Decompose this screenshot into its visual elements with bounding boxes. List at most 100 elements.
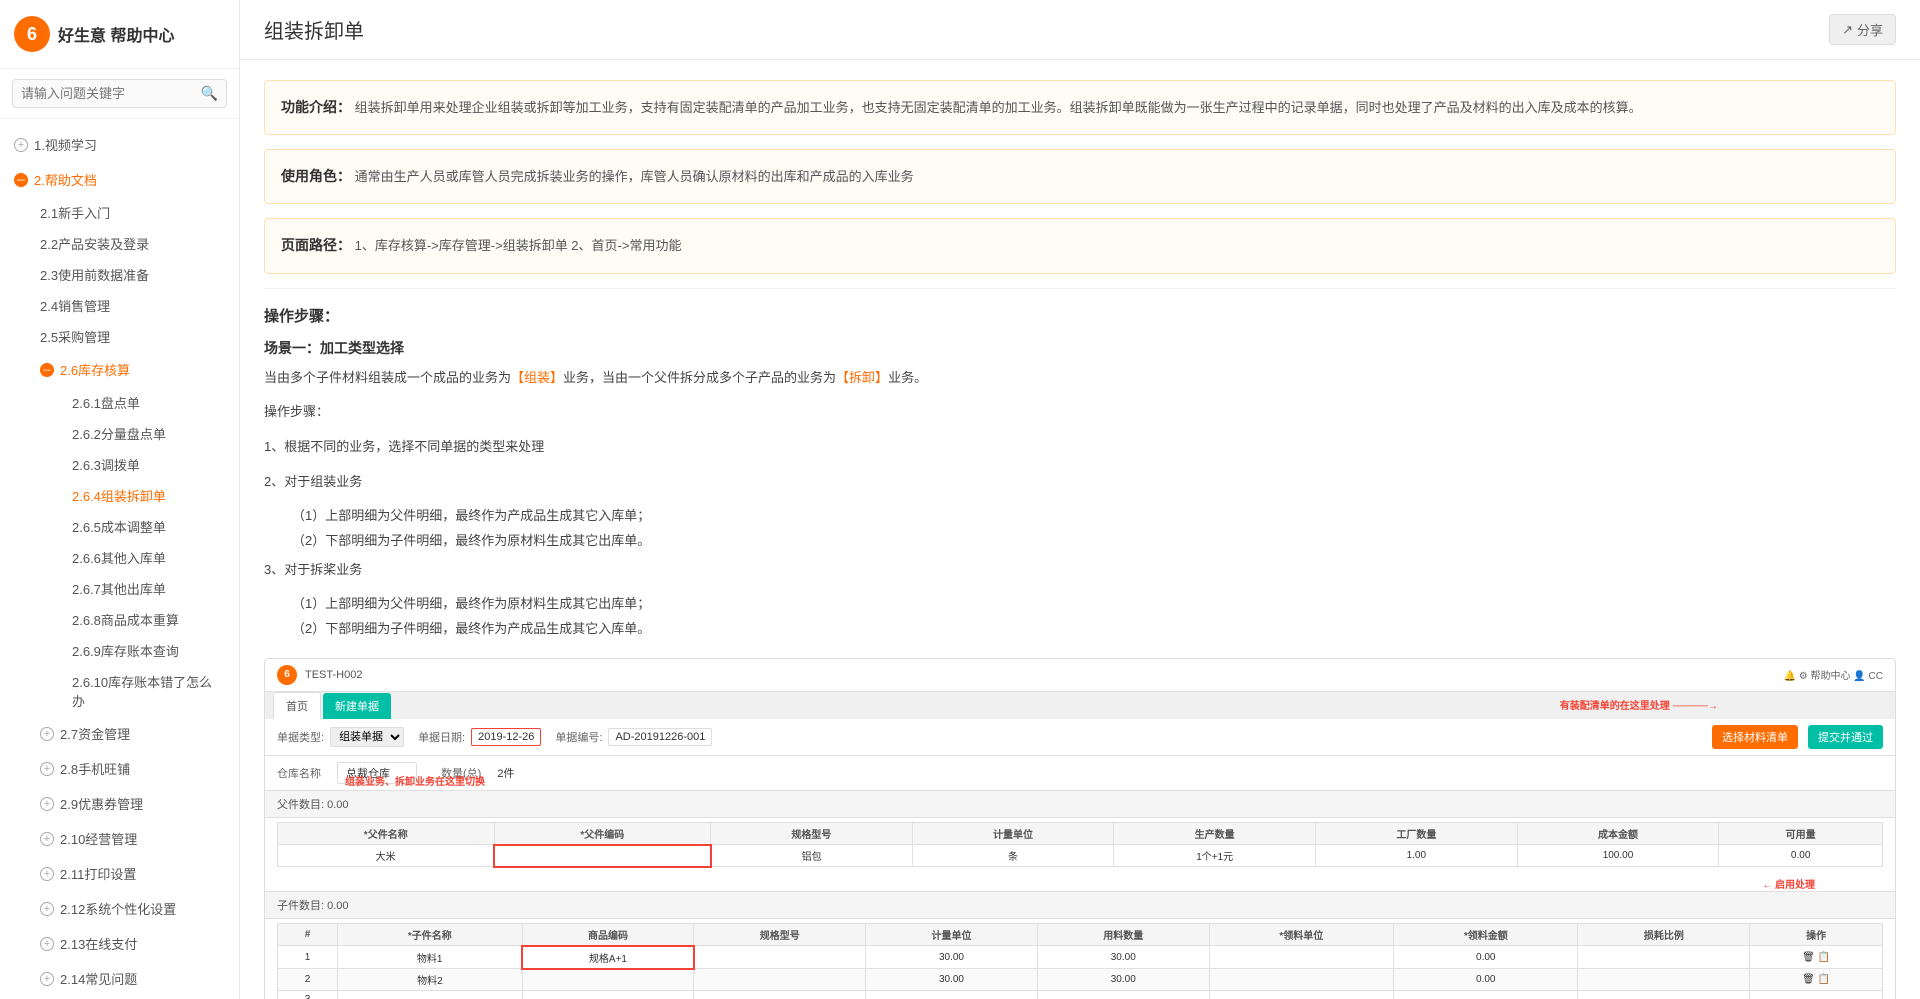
sidebar-item-data[interactable]: 2.3使用前数据准备 [14,259,239,290]
sidebar-item-new[interactable]: 2.1新手入门 [14,197,239,228]
sidebar-item-mgmt[interactable]: + 2.10经营管理 [14,821,239,856]
docs-sub-group: 2.1新手入门 2.2产品安装及登录 2.3使用前数据准备 2.4销售管理 2.… [0,197,239,999]
sidebar-item-label: 2.8手机旺铺 [60,759,130,778]
mock-count-value: 2件 [497,765,514,781]
mock-code-label: 单据编号: [555,729,602,745]
mock-warehouse-label: 仓库名称 [277,765,321,781]
mock-lower-table: # *子件名称 商品编码 规格型号 计量单位 用料数量 *领料单位 *领料金额 … [277,923,1883,999]
col-sub-name: *子件名称 [338,923,522,946]
sidebar-item-label: 1.视频学习 [34,135,97,154]
col-factory-qty: 工厂数量 [1316,822,1518,845]
sidebar-item-2.6.1[interactable]: 2.6.1盘点单 [28,387,239,418]
cell-parent-code [494,845,711,867]
path-block: 页面路径： 1、库存核算->库存管理->组装拆卸单 2、首页->常用功能 [264,218,1896,273]
row-sub-2-code [522,969,694,991]
screenshot-container: 6 TEST-H002 🔔 ⚙ 帮助中心 👤 CC 首页 新建单据 单据类型: … [264,658,1896,999]
inventory-sub-group: 2.6.1盘点单 2.6.2分量盘点单 2.6.3调拨单 2.6.4组装拆卸单 … [14,387,239,716]
sidebar-item-sales[interactable]: 2.4销售管理 [14,290,239,321]
sidebar-item-capital[interactable]: + 2.7资金管理 [14,716,239,751]
page-title: 组装拆卸单 [264,15,364,44]
sidebar-item-purchase[interactable]: 2.5采购管理 [14,321,239,352]
col-parent-code: *父件编码 [494,822,711,845]
row-sub-2-unit: 30.00 [866,969,1038,991]
sidebar-item-2.6.7[interactable]: 2.6.7其他出库单 [28,573,239,604]
mock-tab-home[interactable]: 首页 [273,692,321,719]
mock-type-select[interactable]: 组装单据 拆卸单据 [330,727,404,747]
col-spec: 规格型号 [711,822,913,845]
mock-date-input[interactable]: 2019-12-26 [471,728,541,746]
row-sub-2-spec [694,969,866,991]
sidebar-item-faq[interactable]: + 2.14常见问题 [14,961,239,996]
sidebar-item-inventory[interactable]: － 2.6库存核算 [14,352,239,387]
col-sub-qty: 用料数量 [1037,923,1209,946]
row-sub-2-qty: 30.00 [1037,969,1209,991]
mock-icons: 🔔 ⚙ 帮助中心 👤 CC [1784,667,1883,682]
col-sub-unit: 计量单位 [866,923,1038,946]
sidebar-item-2.6.2[interactable]: 2.6.2分量盘点单 [28,418,239,449]
sidebar-item-2.6.6[interactable]: 2.6.6其他入库单 [28,542,239,573]
sidebar-item-sysconfig[interactable]: + 2.12系统个性化设置 [14,891,239,926]
cell-produce-qty: 1个+1元 [1114,845,1316,867]
row-sub-1-no: 1 [278,946,338,969]
sidebar-item-2.6.4[interactable]: 2.6.4组装拆卸单 [28,480,239,511]
sidebar-item-label: 2.14常见问题 [60,969,137,988]
row-sub-1-pick-amt: 0.00 [1394,946,1578,969]
sidebar-item-2.6.10[interactable]: 2.6.10库存账本错了怎么办 [28,666,239,716]
row-sub-1-qty: 30.00 [1037,946,1209,969]
divider1 [264,288,1896,289]
mock-company: TEST-H002 [305,669,362,681]
mock-tab-new[interactable]: 新建单据 [323,693,391,719]
keyword-disassemble: 【拆卸】 [836,370,888,385]
sidebar-item-2.6.5[interactable]: 2.6.5成本调整单 [28,511,239,542]
sidebar-item-2.6.9[interactable]: 2.6.9库存账本查询 [28,635,239,666]
step3-1: （1）上部明细为父件明细，最终作为原材料生成其它出库单； [292,592,1896,617]
sidebar-item-mobile[interactable]: + 2.8手机旺铺 [14,751,239,786]
sidebar-item-docs[interactable]: － 2.帮助文档 [0,162,239,197]
step1: 1、根据不同的业务，选择不同单据的类型来处理 [264,435,1896,460]
sidebar-item-label: 2.10经营管理 [60,829,137,848]
col-produce-qty: 生产数量 [1114,822,1316,845]
col-sub-spec: 规格型号 [694,923,866,946]
mock-annotation-bom: 有装配清单的在这里处理 ─────→ [1560,697,1718,712]
sidebar-item-2.6.3[interactable]: 2.6.3调拨单 [28,449,239,480]
col-parent-name: *父件名称 [278,822,495,845]
step3: 3、对于拆桨业务 [264,558,1896,583]
expand-icon: + [40,727,54,741]
sidebar-item-print[interactable]: + 2.11打印设置 [14,856,239,891]
sidebar-item-video[interactable]: + 1.视频学习 [0,127,239,162]
role-label: 使用角色： [281,168,351,184]
sidebar-item-coupon[interactable]: + 2.9优惠券管理 [14,786,239,821]
sidebar-item-install[interactable]: 2.2产品安装及登录 [14,228,239,259]
search-input[interactable] [21,86,201,101]
sidebar-item-label: 2.6库存核算 [60,360,130,379]
row-sub-2-pick-amt: 0.00 [1394,969,1578,991]
sidebar-item-2.6.8[interactable]: 2.6.8商品成本重算 [28,604,239,635]
step3-list: （1）上部明细为父件明细，最终作为原材料生成其它出库单； （2）下部明细为子件明… [292,592,1896,641]
col-sub-pick-amt: *领料金额 [1394,923,1578,946]
keyword-assemble: 【组装】 [511,370,563,385]
expand-icon: + [14,138,28,152]
mock-bom-button[interactable]: 选择材料清单 [1712,725,1798,749]
expand-icon: + [40,867,54,881]
cell-cost: 100.00 [1517,845,1719,867]
search-box[interactable]: 🔍 [12,79,227,108]
share-label: 分享 [1857,20,1883,39]
col-sub-pick-unit: *领料单位 [1209,923,1393,946]
logo-text: 好生意 帮助中心 [58,22,174,46]
row-sub-2-name: 物料2 [338,969,522,991]
expand-icon: + [40,797,54,811]
sidebar-item-onlinepay[interactable]: + 2.13在线支付 [14,926,239,961]
cell-factory-qty: 1.00 [1316,845,1518,867]
share-button[interactable]: ↗ 分享 [1829,14,1896,45]
row-sub-2-pick-unit [1209,969,1393,991]
scenario1-title: 场景一：加工类型选择 [264,338,1896,358]
mock-upper-table: *父件名称 *父件编码 规格型号 计量单位 生产数量 工厂数量 成本金额 可用量 [277,822,1883,868]
top-bar: 组装拆卸单 ↗ 分享 [240,0,1920,60]
steps-title: 操作步骤： [264,305,1896,326]
collapse-icon: － [14,173,28,187]
row-sub-1-unit: 30.00 [866,946,1038,969]
cell-unit: 条 [912,845,1114,867]
cell-spec: 铝包 [711,845,913,867]
role-block: 使用角色： 通常由生产人员或库管人员完成拆装业务的操作，库管人员确认原材料的出库… [264,149,1896,204]
mock-submit-button[interactable]: 提交并通过 [1808,725,1883,749]
